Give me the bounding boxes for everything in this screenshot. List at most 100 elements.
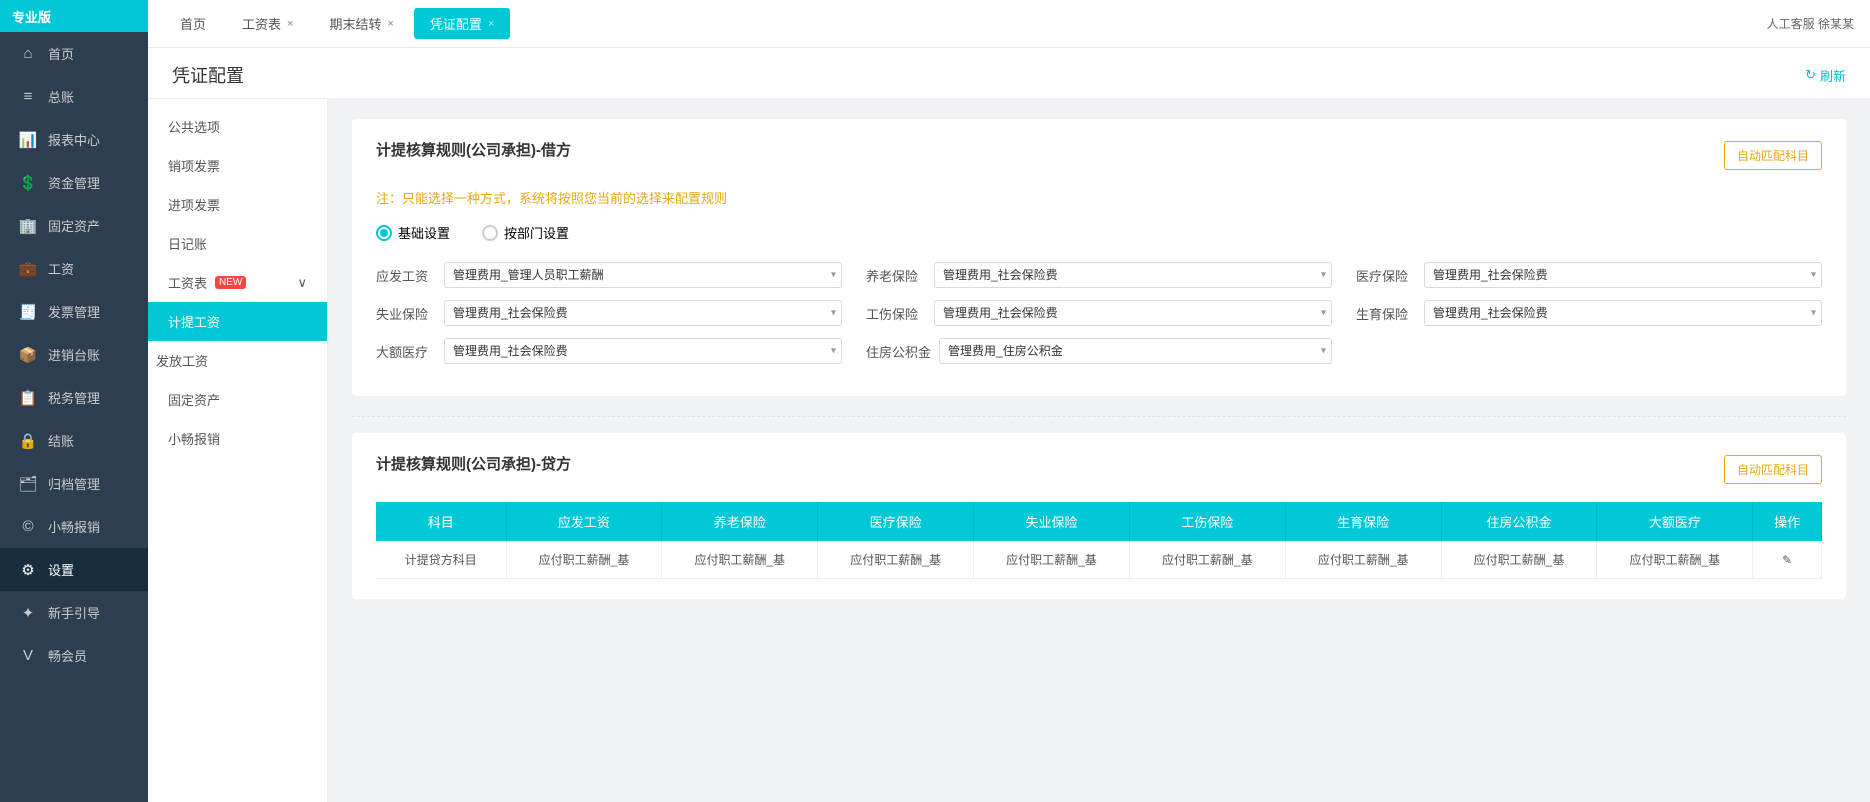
maternity-select-wrapper: 管理费用_社会保险费 ▾ [1424, 300, 1822, 326]
form-item-salary: 应发工资 管理费用_管理人员职工薪酬 ▾ [376, 262, 842, 288]
xiaochang-icon: © [18, 518, 38, 535]
tab-payroll-label: 工资表 [242, 14, 281, 33]
expand-icon: ∨ [297, 275, 307, 291]
form-label-maternity: 生育保险 [1356, 304, 1416, 323]
left-nav-input-invoice[interactable]: 进项发票 [148, 185, 327, 224]
maternity-select[interactable]: 管理费用_社会保险费 [1424, 300, 1822, 326]
bigmedical-select[interactable]: 管理费用_社会保险费 [444, 338, 842, 364]
bigmedical-select-wrapper: 管理费用_社会保险费 ▾ [444, 338, 842, 364]
form-item-medical: 医疗保险 管理费用_社会保险费 ▾ [1356, 262, 1822, 288]
cell-maternity: 应付职工薪酬_基 [1285, 541, 1441, 579]
sidebar-item-label: 设置 [48, 560, 74, 579]
section-debit-note: 注：只能选择一种方式，系统将按照您当前的选择来配置规则 [376, 188, 1822, 207]
left-nav-payroll-table[interactable]: 工资表 NEW ∨ [148, 263, 327, 302]
section-credit-title: 计提核算规则(公司承担)-贷方 [376, 453, 571, 474]
left-nav-calc-salary[interactable]: 计提工资 [148, 302, 327, 341]
form-item-bigmedical: 大额医疗 管理费用_社会保险费 ▾ [376, 338, 842, 364]
invoice-icon: 🧾 [18, 303, 38, 321]
col-pension: 养老保险 [662, 502, 818, 541]
cell-workinjury: 应付职工薪酬_基 [1129, 541, 1285, 579]
form-label-workinjury: 工伤保险 [866, 304, 926, 323]
left-nav-pay-salary[interactable]: 发放工资 [148, 341, 327, 380]
sidebar-item-xiaochang[interactable]: © 小畅报销 [0, 505, 148, 548]
assets-icon: 🏢 [18, 217, 38, 235]
tab-home[interactable]: 首页 [164, 8, 222, 39]
sidebar-item-vip[interactable]: V 畅会员 [0, 634, 148, 677]
refresh-button[interactable]: ↻ 刷新 [1805, 66, 1846, 85]
cell-pension: 应付职工薪酬_基 [662, 541, 818, 579]
sidebar-item-assets[interactable]: 🏢 固定资产 [0, 204, 148, 247]
section-debit-header: 计提核算规则(公司承担)-借方 自动匹配科目 [376, 139, 1822, 172]
sidebar-item-label: 首页 [48, 44, 74, 63]
purchase-icon: 📦 [18, 346, 38, 364]
cell-unemployment: 应付职工薪酬_基 [974, 541, 1130, 579]
section-credit: 计提核算规则(公司承担)-贷方 自动匹配科目 科目 应发工资 养老保险 医疗保险… [352, 433, 1846, 599]
sidebar-item-guide[interactable]: ✦ 新手引导 [0, 591, 148, 634]
form-item-housing: 住房公积金 管理费用_住房公积金 ▾ [866, 338, 1332, 364]
sidebar-item-settings[interactable]: ⚙ 设置 [0, 548, 148, 591]
sidebar-item-capital[interactable]: 💲 资金管理 [0, 161, 148, 204]
section-divider [352, 416, 1846, 417]
radio-group: 基础设置 按部门设置 [376, 223, 1822, 242]
cell-bigmedical: 应付职工薪酬_基 [1597, 541, 1753, 579]
sidebar-item-label: 进销台账 [48, 345, 100, 364]
sidebar-item-label: 税务管理 [48, 388, 100, 407]
sidebar-item-closing[interactable]: 🔒 结账 [0, 419, 148, 462]
content-area: 公共选项 销项发票 进项发票 日记账 工资表 NEW ∨ 计提工资 [148, 99, 1870, 802]
left-nav-xiaochang-expense[interactable]: 小畅报销 [148, 419, 327, 458]
sidebar-item-report[interactable]: 📊 报表中心 [0, 118, 148, 161]
tab-period-close[interactable]: × [387, 18, 393, 30]
tab-payroll[interactable]: 工资表 × [226, 8, 309, 39]
tab-voucher[interactable]: 凭证配置 × [414, 8, 510, 39]
form-item-pension: 养老保险 管理费用_社会保险费 ▾ [866, 262, 1332, 288]
radio-basic[interactable]: 基础设置 [376, 223, 450, 242]
archive-icon: 🗂 [18, 475, 38, 493]
cell-salary: 应付职工薪酬_基 [506, 541, 662, 579]
sidebar-item-invoice[interactable]: 🧾 发票管理 [0, 290, 148, 333]
sidebar-item-ledger[interactable]: ≡ 总账 [0, 75, 148, 118]
radio-basic-label: 基础设置 [398, 223, 450, 242]
sidebar-item-tax[interactable]: 📋 税务管理 [0, 376, 148, 419]
vip-icon: V [18, 647, 38, 664]
page-header: 凭证配置 ↻ 刷新 [148, 48, 1870, 99]
auto-match-debit-button[interactable]: 自动匹配科目 [1724, 141, 1822, 170]
auto-match-credit-button[interactable]: 自动匹配科目 [1724, 455, 1822, 484]
left-nav-public[interactable]: 公共选项 [148, 107, 327, 146]
ledger-icon: ≡ [18, 88, 38, 105]
cell-action[interactable]: ✎ [1753, 541, 1822, 579]
sidebar-item-salary[interactable]: 💼 工资 [0, 247, 148, 290]
sidebar-item-home[interactable]: ⌂ 首页 [0, 32, 148, 75]
sidebar-item-label: 资金管理 [48, 173, 100, 192]
left-nav-cancel-invoice[interactable]: 销项发票 [148, 146, 327, 185]
form-row-1: 应发工资 管理费用_管理人员职工薪酬 ▾ 养老保险 管理费用_社会保险费 [376, 262, 1822, 288]
radio-dept-circle [482, 225, 498, 241]
workinjury-select[interactable]: 管理费用_社会保险费 [934, 300, 1332, 326]
pension-select[interactable]: 管理费用_社会保险费 [934, 262, 1332, 288]
form-item-unemployment: 失业保险 管理费用_社会保险费 ▾ [376, 300, 842, 326]
settings-icon: ⚙ [18, 561, 38, 579]
sidebar-item-label: 结账 [48, 431, 74, 450]
sidebar-item-label: 新手引导 [48, 603, 100, 622]
tab-payroll-close[interactable]: × [287, 18, 293, 30]
sidebar-item-archive[interactable]: 🗂 归档管理 [0, 462, 148, 505]
sidebar-item-purchase[interactable]: 📦 进销台账 [0, 333, 148, 376]
tab-voucher-close[interactable]: × [488, 18, 494, 30]
medical-select[interactable]: 管理费用_社会保险费 [1424, 262, 1822, 288]
edit-icon[interactable]: ✎ [1782, 553, 1792, 567]
user-info: 人工客服 徐某某 [1767, 15, 1854, 32]
tab-voucher-label: 凭证配置 [430, 14, 482, 33]
radio-dept[interactable]: 按部门设置 [482, 223, 569, 242]
col-medical: 医疗保险 [818, 502, 974, 541]
tab-period[interactable]: 期末结转 × [313, 8, 409, 39]
unemployment-select[interactable]: 管理费用_社会保险费 [444, 300, 842, 326]
sidebar-item-label: 畅会员 [48, 646, 87, 665]
cell-medical: 应付职工薪酬_基 [818, 541, 974, 579]
left-nav-fixed-assets[interactable]: 固定资产 [148, 380, 327, 419]
capital-icon: 💲 [18, 174, 38, 192]
medical-select-wrapper: 管理费用_社会保险费 ▾ [1424, 262, 1822, 288]
housing-select-wrapper: 管理费用_住房公积金 ▾ [939, 338, 1332, 364]
left-nav-journal[interactable]: 日记账 [148, 224, 327, 263]
housing-select[interactable]: 管理费用_住房公积金 [939, 338, 1332, 364]
main-content: 计提核算规则(公司承担)-借方 自动匹配科目 注：只能选择一种方式，系统将按照您… [328, 99, 1870, 802]
salary-select[interactable]: 管理费用_管理人员职工薪酬 [444, 262, 842, 288]
